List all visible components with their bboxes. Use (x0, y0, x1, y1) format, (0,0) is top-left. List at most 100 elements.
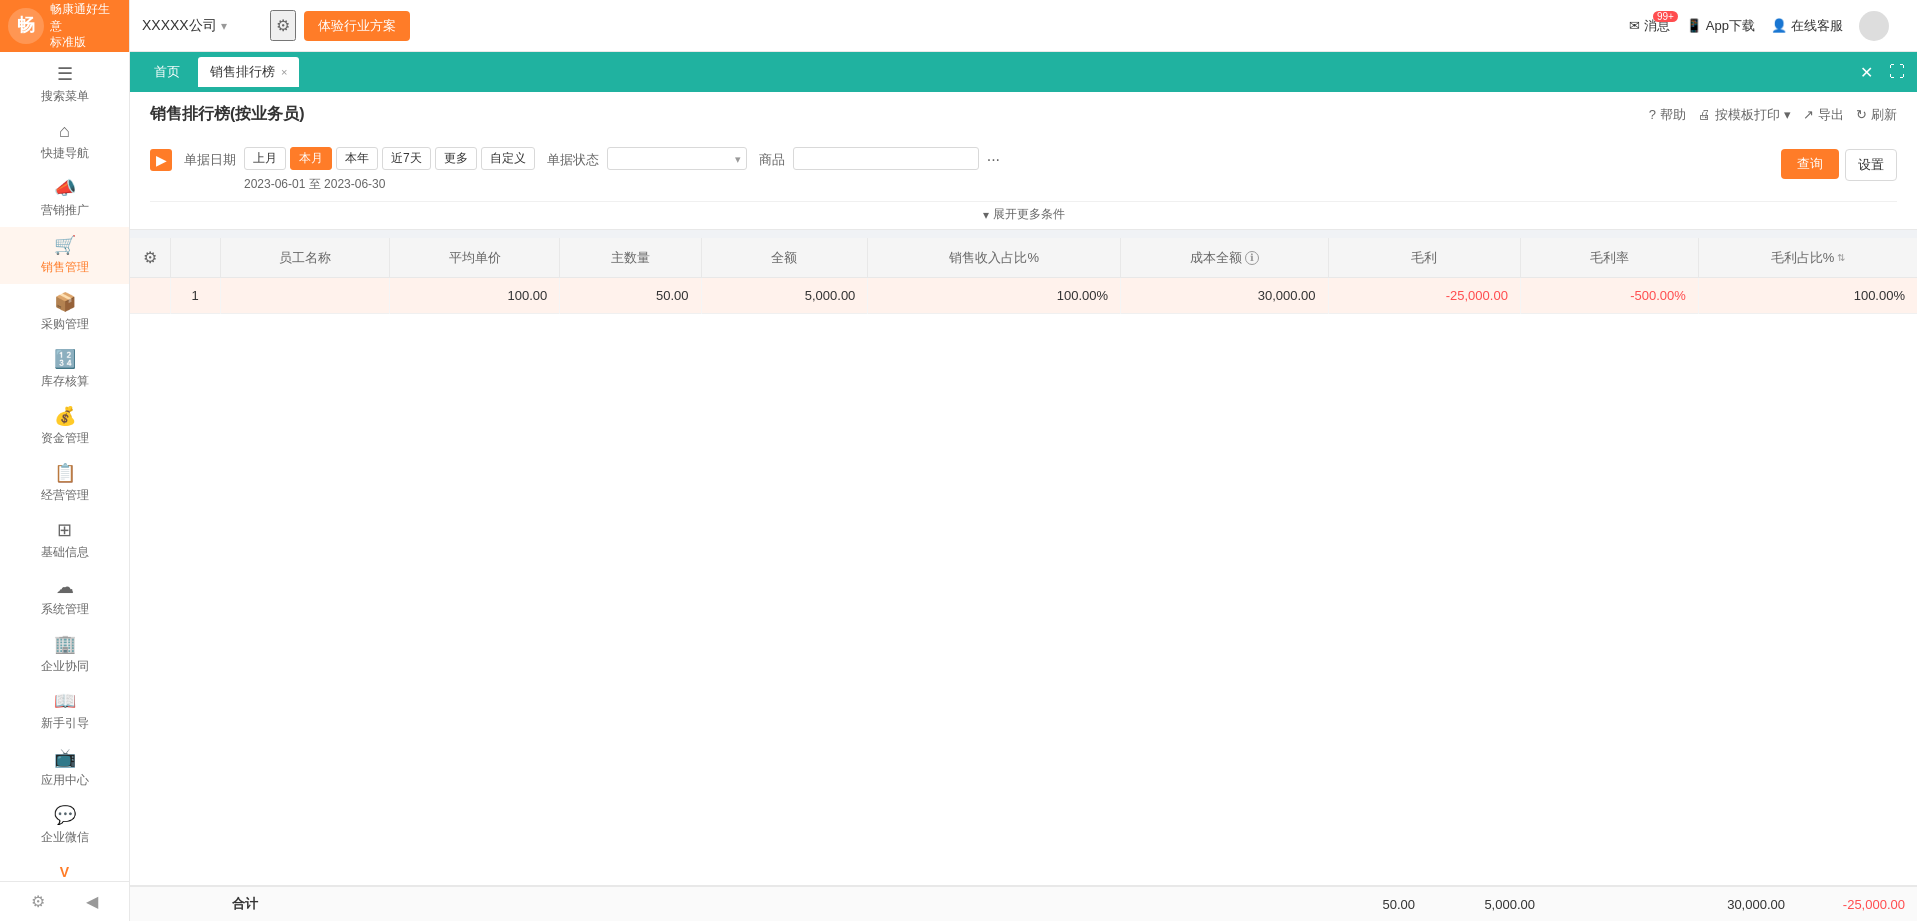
topbar-right: ✉ 消息 99+ 📱 App下载 👤 在线客服 (1629, 11, 1905, 41)
more-filter-icon[interactable]: ··· (987, 151, 1000, 169)
th-profit: 毛利 (1328, 238, 1520, 278)
td-cost: 30,000.00 (1121, 278, 1328, 314)
settings-button[interactable]: 设置 (1845, 149, 1897, 181)
column-settings-button[interactable]: ⚙ (143, 248, 157, 267)
sidebar-item-system[interactable]: ☁ 系统管理 (0, 569, 129, 626)
refresh-icon: ↻ (1856, 107, 1867, 122)
date-btn-last-month[interactable]: 上月 (244, 147, 286, 170)
footer-qty: 50.00 (1315, 897, 1415, 912)
tab-close-all-icon[interactable]: ✕ (1856, 61, 1877, 84)
page-title-row: 销售排行榜(按业务员) ? 帮助 🖨 按模板打印 ▾ ↗ 导出 (150, 104, 1897, 125)
content-area: 销售排行榜(按业务员) ? 帮助 🖨 按模板打印 ▾ ↗ 导出 (130, 92, 1917, 921)
status-filter-group: 单据状态 (547, 147, 747, 170)
help-button[interactable]: ? 帮助 (1649, 106, 1686, 124)
expand-conditions-button[interactable]: ▾ 展开更多条件 (983, 206, 1065, 223)
td-qty: 50.00 (560, 278, 701, 314)
message-badge: 99+ (1653, 11, 1678, 22)
sidebar-item-wechat[interactable]: 💬 企业微信 (0, 797, 129, 854)
export-button[interactable]: ↗ 导出 (1803, 106, 1844, 124)
tab-label: 销售排行榜 (210, 63, 275, 81)
online-service-button[interactable]: 👤 在线客服 (1771, 17, 1843, 35)
sidebar-item-appcenter[interactable]: 📺 应用中心 (0, 740, 129, 797)
purchase-icon: 📦 (55, 292, 75, 312)
profit-pct-sort-icon[interactable]: ⇅ (1837, 252, 1845, 263)
tab-sales-ranking[interactable]: 销售排行榜 × (198, 57, 299, 87)
app-download-icon: 📱 (1686, 18, 1702, 33)
date-btn-this-month[interactable]: 本月 (290, 147, 332, 170)
status-select[interactable] (607, 147, 747, 170)
company-selector[interactable]: XXXXX公司 ▾ (142, 17, 262, 35)
th-cost: 成本全额 ℹ (1121, 238, 1328, 278)
sidebar-item-basic[interactable]: ⊞ 基础信息 (0, 512, 129, 569)
th-qty: 主数量 (560, 238, 701, 278)
basic-icon: ⊞ (55, 520, 75, 540)
cost-info-icon[interactable]: ℹ (1245, 251, 1259, 265)
avatar[interactable] (1859, 11, 1889, 41)
print-template-button[interactable]: 🖨 按模板打印 ▾ (1698, 106, 1791, 124)
refresh-button[interactable]: ↻ 刷新 (1856, 106, 1897, 124)
td-amount: 5,000.00 (701, 278, 868, 314)
filter-row: ▶ 单据日期 上月 本月 本年 近7天 更多 自定义 2023-06-01 至 … (150, 137, 1897, 201)
footer-profit: -25,000.00 (1785, 897, 1905, 912)
filter-collapse-button[interactable]: ▶ (150, 149, 172, 171)
td-rank: 1 (170, 278, 220, 314)
operation-icon: 📋 (55, 463, 75, 483)
company-name: XXXXX公司 (142, 17, 217, 35)
sidebar-item-search[interactable]: ☰ 搜索菜单 (0, 56, 129, 113)
td-employee (220, 278, 390, 314)
td-profit-pct: 100.00% (1698, 278, 1917, 314)
tab-home[interactable]: 首页 (138, 57, 196, 87)
export-icon: ↗ (1803, 107, 1814, 122)
td-settings (130, 278, 170, 314)
settings-bottom-icon[interactable]: ⚙ (31, 892, 45, 911)
main-area: XXXXX公司 ▾ ⚙ 体验行业方案 ✉ 消息 99+ 📱 App下载 👤 在线… (130, 0, 1917, 921)
collapse-sidebar-icon[interactable]: ◀ (86, 892, 98, 911)
date-btn-7days[interactable]: 近7天 (382, 147, 431, 170)
sidebar-item-enterprise[interactable]: 🏢 企业协同 (0, 626, 129, 683)
table-header-row: ⚙ 员工名称 平均单价 主数量 全额 (130, 238, 1917, 278)
tab-close-icon[interactable]: × (281, 66, 287, 78)
goods-filter-label: 商品 (759, 151, 785, 169)
td-profit-rate: -500.00% (1520, 278, 1698, 314)
sidebar-item-inventory[interactable]: 🔢 库存核算 (0, 341, 129, 398)
th-rank (170, 238, 220, 278)
message-button[interactable]: ✉ 消息 99+ (1629, 17, 1670, 35)
sidebar-item-sales[interactable]: 🛒 销售管理 (0, 227, 129, 284)
goods-filter-group: 商品 ··· (759, 147, 1000, 170)
date-btn-custom[interactable]: 自定义 (481, 147, 535, 170)
company-chevron-icon: ▾ (221, 19, 227, 33)
system-icon: ☁ (55, 577, 75, 597)
date-btn-more[interactable]: 更多 (435, 147, 477, 170)
sales-icon: 🛒 (55, 235, 75, 255)
logo-text: 畅康通好生意 标准版 (50, 1, 121, 51)
sidebar-item-purchase[interactable]: 📦 采购管理 (0, 284, 129, 341)
sidebar-item-quicknav[interactable]: ⌂ 快捷导航 (0, 113, 129, 170)
date-btn-this-year[interactable]: 本年 (336, 147, 378, 170)
td-sales-pct: 100.00% (868, 278, 1121, 314)
date-range-label: 2023-06-01 至 2023-06-30 (244, 176, 535, 193)
sidebar-item-newbie[interactable]: 📖 新手引导 (0, 683, 129, 740)
print-icon: 🖨 (1698, 107, 1711, 122)
th-employee: 员工名称 (220, 238, 390, 278)
sidebar-item-marketing[interactable]: 📣 营销推广 (0, 170, 129, 227)
sidebar-item-finance[interactable]: 💰 资金管理 (0, 398, 129, 455)
trial-industry-button[interactable]: 体验行业方案 (304, 11, 410, 41)
page-header: 销售排行榜(按业务员) ? 帮助 🖨 按模板打印 ▾ ↗ 导出 (130, 92, 1917, 230)
svg-text:畅: 畅 (17, 15, 35, 35)
goods-input[interactable] (793, 147, 979, 170)
app-download-button[interactable]: 📱 App下载 (1686, 17, 1755, 35)
gear-settings-button[interactable]: ⚙ (270, 10, 296, 41)
expand-chevron-icon: ▾ (983, 208, 989, 222)
tab-maximize-icon[interactable]: ⛶ (1885, 61, 1909, 83)
th-avg-price: 平均单价 (390, 238, 560, 278)
td-avg-price: 100.00 (390, 278, 560, 314)
sidebar-item-member[interactable]: V 畅会员 (0, 854, 129, 881)
service-icon: 👤 (1771, 18, 1787, 33)
date-filter-group: 单据日期 上月 本月 本年 近7天 更多 自定义 2023-06-01 至 20… (184, 147, 535, 193)
member-icon: V (55, 862, 75, 881)
sidebar-item-operation[interactable]: 📋 经营管理 (0, 455, 129, 512)
query-button[interactable]: 查询 (1781, 149, 1839, 179)
tabbar-right: ✕ ⛶ (1856, 61, 1909, 84)
table-body: 1 100.00 50.00 5,000.00 (130, 278, 1917, 314)
appcenter-icon: 📺 (55, 748, 75, 768)
